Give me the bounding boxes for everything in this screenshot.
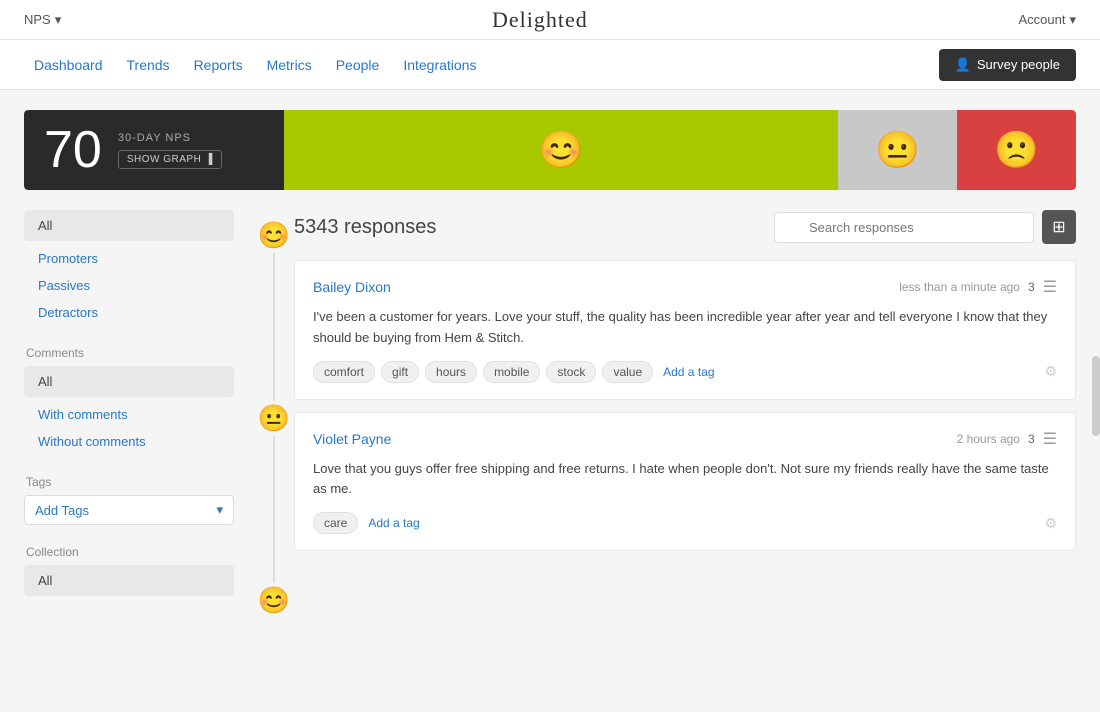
nav-dashboard[interactable]: Dashboard [24,51,113,79]
card-tags: comfort gift hours mobile stock value Ad… [313,361,1057,383]
collection-all[interactable]: All [24,565,234,596]
nav-integrations[interactable]: Integrations [393,51,486,79]
tags-section: Tags Add Tags ▾ [24,475,234,525]
responses-header: 5343 responses 🔍 ⊞ [294,210,1076,244]
nps-score: 70 [44,124,102,176]
add-tag-link[interactable]: Add a tag [368,516,419,530]
filter-passives[interactable]: Passives [24,272,234,299]
add-tag-link[interactable]: Add a tag [663,365,714,379]
comments-title: Comments [24,346,234,360]
sad-face-icon: 🙁 [994,129,1039,171]
bar-chart-icon: ▐ [205,154,213,165]
person-icon: 👤 [955,57,971,73]
gear-icon[interactable]: ⚙ [1044,363,1057,380]
search-input[interactable] [774,212,1034,243]
score-header: 70 30-DAY NPS SHOW GRAPH ▐ 😊 😐 🙁 [24,110,1076,190]
response-card: Bailey Dixon less than a minute ago 3 ☰ … [294,260,1076,400]
chevron-down-icon: ▾ [1069,12,1076,28]
nav-reports[interactable]: Reports [184,51,253,79]
detractors-bar: 🙁 [957,110,1076,190]
sentiment-bars: 😊 😐 🙁 [284,110,1076,190]
timeline-happy-icon: 😊 [258,220,290,251]
promoters-bar: 😊 [284,110,838,190]
gear-icon[interactable]: ⚙ [1044,515,1057,532]
filter-all[interactable]: All [24,210,234,241]
tag-hours[interactable]: hours [425,361,477,383]
responses-count: 5343 responses [294,216,436,239]
respondent-name[interactable]: Violet Payne [313,431,391,447]
grid-icon: ⊞ [1052,217,1065,237]
menu-icon[interactable]: ☰ [1043,277,1057,297]
neutral-face-icon: 😐 [875,129,920,171]
response-body: I've been a customer for years. Love you… [313,307,1057,349]
comments-all[interactable]: All [24,366,234,397]
nav-links: Dashboard Trends Reports Metrics People … [24,51,486,79]
tag-gift[interactable]: gift [381,361,419,383]
scrollbar-thumb[interactable] [1092,356,1100,436]
search-area: 🔍 ⊞ [774,210,1076,244]
response-body: Love that you guys offer free shipping a… [313,459,1057,501]
menu-icon[interactable]: ☰ [1043,429,1057,449]
nav-trends[interactable]: Trends [117,51,180,79]
survey-people-button[interactable]: 👤 Survey people [939,49,1076,81]
comments-section: Comments All With comments Without comme… [24,346,234,455]
show-graph-button[interactable]: SHOW GRAPH ▐ [118,150,222,169]
timeline-line-2 [273,436,275,584]
score-panel: 70 30-DAY NPS SHOW GRAPH ▐ [24,110,284,190]
tag-comfort[interactable]: comfort [313,361,375,383]
passives-bar: 😐 [838,110,957,190]
collection-title: Collection [24,545,234,559]
respondent-name[interactable]: Bailey Dixon [313,279,391,295]
response-time: less than a minute ago [899,280,1020,294]
response-card: Violet Payne 2 hours ago 3 ☰ Love that y… [294,412,1076,552]
tag-value[interactable]: value [602,361,653,383]
filter-detractors[interactable]: Detractors [24,299,234,326]
tag-care[interactable]: care [313,512,358,534]
nav-metrics[interactable]: Metrics [257,51,322,79]
account-menu[interactable]: Account ▾ [1018,12,1076,28]
content-area: All Promoters Passives Detractors Commen… [24,210,1076,616]
nps-selector[interactable]: NPS ▾ [24,12,61,28]
nps-label: 30-DAY NPS [118,132,222,144]
sidebar: All Promoters Passives Detractors Commen… [24,210,234,616]
happy-face-icon: 😊 [539,129,584,171]
response-score: 3 [1028,432,1035,446]
response-time: 2 hours ago [957,432,1020,446]
timeline: 😊 😐 😊 [254,210,294,616]
timeline-line-1 [273,253,275,401]
response-score: 3 [1028,280,1035,294]
grid-view-button[interactable]: ⊞ [1042,210,1076,244]
nps-label: NPS [24,12,51,27]
collection-section: Collection All [24,545,234,596]
app-logo: Delighted [492,7,588,33]
search-wrapper: 🔍 [774,212,1034,243]
responses-area: 5343 responses 🔍 ⊞ Bailey Dixon [294,210,1076,616]
main-content: 70 30-DAY NPS SHOW GRAPH ▐ 😊 😐 🙁 [0,90,1100,636]
chevron-down-icon: ▾ [216,502,223,518]
filter-promoters[interactable]: Promoters [24,245,234,272]
filter-section: All Promoters Passives Detractors [24,210,234,326]
tag-mobile[interactable]: mobile [483,361,540,383]
navbar: Dashboard Trends Reports Metrics People … [0,40,1100,90]
card-tags: care Add a tag ⚙ [313,512,1057,534]
filter-with-comments[interactable]: With comments [24,401,234,428]
topbar: NPS ▾ Delighted Account ▾ [0,0,1100,40]
filter-without-comments[interactable]: Without comments [24,428,234,455]
timeline-happy-icon-2: 😊 [258,585,290,616]
nav-people[interactable]: People [326,51,390,79]
chevron-down-icon: ▾ [55,12,62,28]
timeline-area: 😊 😐 😊 5343 responses 🔍 [254,210,1076,616]
tag-stock[interactable]: stock [546,361,596,383]
tags-title: Tags [24,475,234,489]
timeline-neutral-icon: 😐 [258,403,290,434]
add-tags-dropdown[interactable]: Add Tags ▾ [24,495,234,525]
